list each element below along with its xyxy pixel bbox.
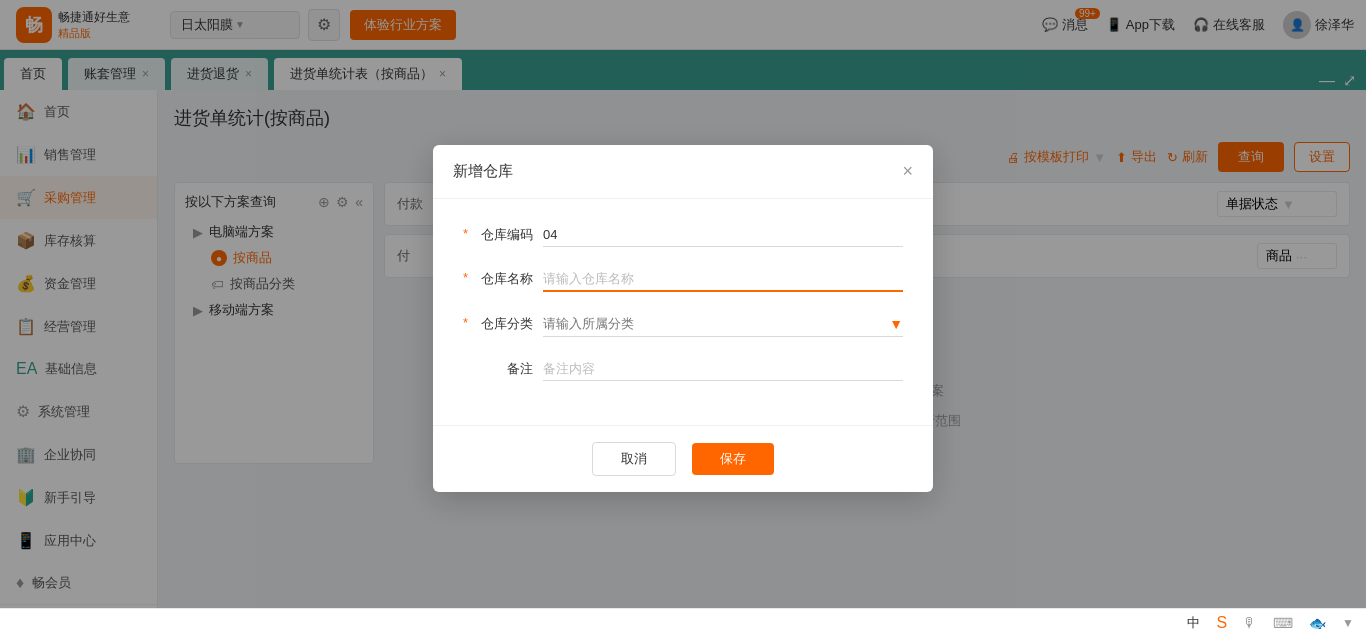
modal-overlay: 新增仓库 × 仓库编码 仓库名称 仓库分类 ▼ bbox=[0, 0, 1366, 636]
bottom-keyboard-icon[interactable]: ⌨ bbox=[1273, 615, 1293, 631]
code-label: 仓库编码 bbox=[463, 226, 543, 244]
category-select[interactable]: ▼ bbox=[543, 312, 903, 337]
modal-body: 仓库编码 仓库名称 仓库分类 ▼ 备注 bbox=[433, 199, 933, 425]
category-dropdown-arrow[interactable]: ▼ bbox=[889, 316, 903, 332]
bottom-zh-icon[interactable]: 中 bbox=[1187, 614, 1200, 632]
bottom-fish-icon[interactable]: 🐟 bbox=[1309, 615, 1326, 631]
modal-title: 新增仓库 bbox=[453, 162, 513, 181]
cancel-button[interactable]: 取消 bbox=[592, 442, 676, 476]
modal-close-button[interactable]: × bbox=[902, 161, 913, 182]
bottom-brand-icon: S bbox=[1216, 614, 1227, 632]
modal-header: 新增仓库 × bbox=[433, 145, 933, 199]
name-label: 仓库名称 bbox=[463, 270, 543, 288]
bottom-mic-icon[interactable]: 🎙 bbox=[1243, 615, 1257, 631]
remark-input[interactable] bbox=[543, 357, 903, 381]
code-input[interactable] bbox=[543, 223, 903, 247]
save-button[interactable]: 保存 bbox=[692, 443, 774, 475]
warehouse-modal: 新增仓库 × 仓库编码 仓库名称 仓库分类 ▼ bbox=[433, 145, 933, 492]
form-row-remark: 备注 bbox=[463, 357, 903, 381]
form-row-category: 仓库分类 ▼ bbox=[463, 312, 903, 337]
category-input[interactable] bbox=[543, 316, 889, 331]
form-row-code: 仓库编码 bbox=[463, 223, 903, 247]
category-label: 仓库分类 bbox=[463, 315, 543, 333]
remark-label: 备注 bbox=[463, 360, 543, 378]
name-input[interactable] bbox=[543, 267, 903, 292]
bottom-status-bar: 中 S 🎙 ⌨ 🐟 ▼ bbox=[0, 608, 1366, 636]
form-row-name: 仓库名称 bbox=[463, 267, 903, 292]
bottom-arrow-icon[interactable]: ▼ bbox=[1342, 616, 1354, 630]
modal-footer: 取消 保存 bbox=[433, 425, 933, 492]
